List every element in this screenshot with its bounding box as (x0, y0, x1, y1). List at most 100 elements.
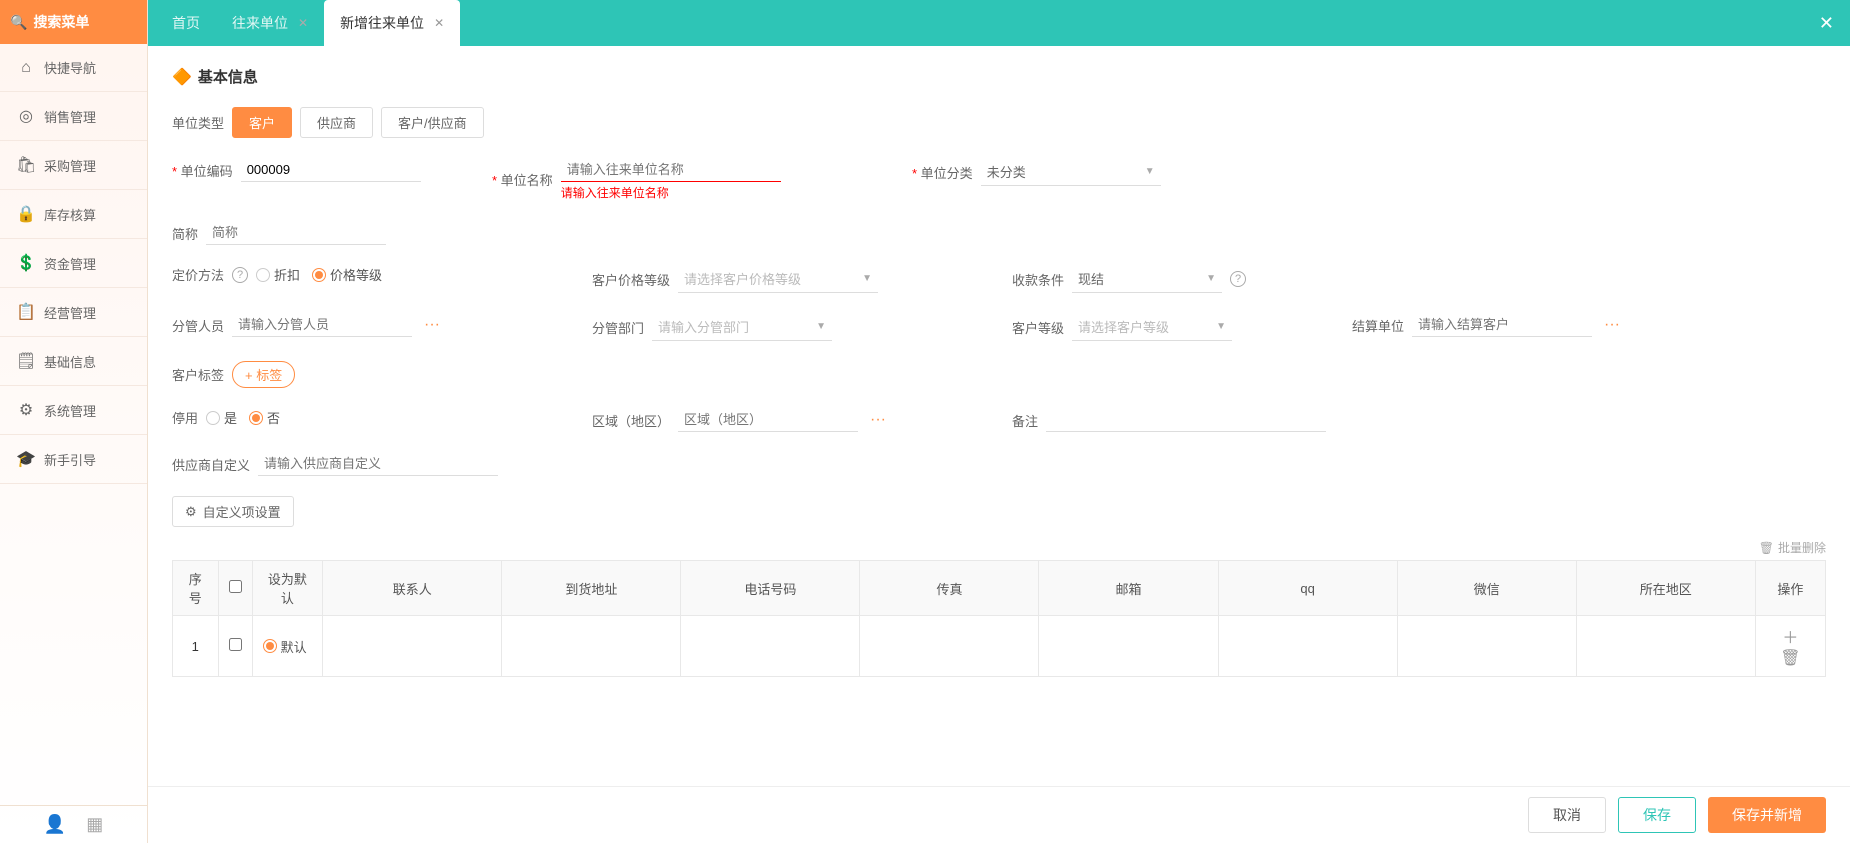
save-button[interactable]: 保存 (1618, 797, 1696, 833)
default-radio[interactable]: 默认 (263, 637, 313, 656)
col-wechat: 微信 (1397, 561, 1576, 616)
radio-discount[interactable]: 折扣 (256, 265, 300, 284)
wechat-input[interactable] (1408, 639, 1566, 654)
cancel-button[interactable]: 取消 (1528, 797, 1606, 833)
row-manager: 分管人员 ··· 分管部门 请输入分管部门 ▼ 客户等级 请选择客户等级 ▼ 结… (172, 313, 1826, 341)
customer-level-group: 客户等级 请选择客户等级 ▼ (1012, 313, 1292, 341)
payment-terms-select[interactable]: 现结 ▼ (1072, 265, 1222, 293)
unit-code-group: 单位编码 (172, 158, 452, 182)
finance-icon: 💲 (16, 253, 36, 273)
sidebar-item-sales[interactable]: ◎ 销售管理 (0, 92, 147, 141)
contact-table: 序号 设为默认 联系人 到货地址 电话号码 传真 邮箱 qq 微信 所在地区 操… (172, 560, 1826, 677)
customer-price-select[interactable]: 请选择客户价格等级 ▼ (678, 265, 878, 293)
add-tag-btn[interactable]: + 标签 (232, 361, 295, 388)
unit-category-label: 单位分类 (912, 163, 973, 182)
manager-label: 分管人员 (172, 316, 224, 335)
remark-input[interactable] (1046, 408, 1326, 432)
section-basic-info: 🔶 基本信息 (172, 66, 1826, 87)
batch-delete-btn[interactable]: 🗑 批量删除 (1759, 539, 1826, 556)
tab-new-partner[interactable]: 新增往来单位 ✕ (324, 0, 460, 46)
radio-no[interactable]: 否 (249, 408, 280, 427)
table-row: 1 默认 (173, 616, 1826, 677)
region-label: 区域（地区） (592, 411, 670, 430)
fax-input[interactable] (870, 639, 1028, 654)
select-all-checkbox[interactable] (229, 580, 242, 593)
delete-icon: 🗑 (1759, 541, 1774, 555)
user-icon[interactable]: 👤 (44, 814, 66, 835)
btn-both[interactable]: 客户/供应商 (381, 107, 484, 138)
region-input[interactable] (678, 408, 858, 432)
unit-category-value: 未分类 (987, 162, 1141, 181)
customer-level-placeholder: 请选择客户等级 (1078, 317, 1212, 336)
pricing-help-icon[interactable]: ? (232, 267, 248, 283)
manager-more-btn[interactable]: ··· (424, 316, 440, 334)
save-new-button[interactable]: 保存并新增 (1708, 797, 1826, 833)
row-disabled: 停用 是 否 区域（地区） ··· 备注 (172, 408, 1826, 432)
delete-row-btn[interactable]: 🗑 (1780, 650, 1800, 667)
col-contact: 联系人 (323, 561, 502, 616)
radio-discount-circle (256, 268, 270, 282)
contact-input[interactable] (333, 639, 491, 654)
chevron-down-icon4: ▼ (816, 321, 826, 332)
pricing-label: 定价方法 (172, 265, 224, 284)
unit-code-input[interactable] (241, 158, 421, 182)
disabled-radio-group: 是 否 (206, 408, 280, 427)
sidebar-item-basic-info[interactable]: 🗒 基础信息 (0, 337, 147, 386)
sidebar-item-quick-nav[interactable]: ⌂ 快捷导航 (0, 44, 147, 92)
unit-name-group: 单位名称 请输入往来单位名称 (492, 158, 872, 201)
tab-new-partner-close[interactable]: ✕ (434, 16, 444, 30)
department-select[interactable]: 请输入分管部门 ▼ (652, 313, 832, 341)
sidebar-item-system[interactable]: ⚙ 系统管理 (0, 386, 147, 435)
radio-yes[interactable]: 是 (206, 408, 237, 427)
btn-supplier[interactable]: 供应商 (300, 107, 373, 138)
inventory-icon: 🔒 (16, 204, 36, 224)
manager-input[interactable] (232, 313, 412, 337)
col-check (218, 561, 252, 616)
payment-terms-value: 现结 (1078, 269, 1202, 288)
remark-group: 备注 (1012, 408, 1392, 432)
cell-check (218, 616, 252, 677)
unit-name-wrap: 请输入往来单位名称 (561, 158, 781, 201)
unit-name-input[interactable] (561, 158, 781, 182)
address-input[interactable] (512, 639, 670, 654)
abbr-input[interactable] (206, 221, 386, 245)
tab-partner-close[interactable]: ✕ (298, 16, 308, 30)
settle-unit-more-btn[interactable]: ··· (1604, 316, 1620, 334)
payment-help-icon[interactable]: ? (1230, 271, 1246, 287)
btn-customer[interactable]: 客户 (232, 107, 292, 138)
settle-unit-input[interactable] (1412, 313, 1592, 337)
tab-home[interactable]: 首页 (156, 0, 216, 46)
email-input[interactable] (1049, 639, 1207, 654)
sidebar-item-operations[interactable]: 📋 经营管理 (0, 288, 147, 337)
search-icon: 🔍 (10, 14, 27, 31)
supplier-custom-input[interactable] (258, 452, 498, 476)
table-region-input[interactable] (1587, 639, 1745, 654)
cell-fax (860, 616, 1039, 677)
sales-icon: ◎ (16, 106, 36, 126)
unit-type-label: 单位类型 (172, 113, 224, 132)
cell-phone (681, 616, 860, 677)
search-menu[interactable]: 🔍 搜索菜单 (0, 0, 147, 44)
radio-price-level[interactable]: 价格等级 (312, 265, 382, 284)
sidebar-item-purchase[interactable]: 🛍 采购管理 (0, 141, 147, 190)
pricing-group: 定价方法 ? 折扣 价格等级 (172, 265, 552, 284)
customer-level-select[interactable]: 请选择客户等级 ▼ (1072, 313, 1232, 341)
tab-partner[interactable]: 往来单位 ✕ (216, 0, 324, 46)
cell-wechat (1397, 616, 1576, 677)
sidebar-item-finance[interactable]: 💲 资金管理 (0, 239, 147, 288)
row-checkbox[interactable] (229, 638, 242, 651)
main-close-btn[interactable]: ✕ (1819, 13, 1834, 34)
unit-category-select[interactable]: 未分类 ▼ (981, 158, 1161, 186)
bar-icon[interactable]: ▦ (86, 814, 103, 835)
radio-price-level-circle (312, 268, 326, 282)
gear-icon: ⚙ (185, 504, 197, 520)
qq-input[interactable] (1229, 639, 1387, 654)
phone-input[interactable] (691, 639, 849, 654)
region-more-btn[interactable]: ··· (870, 411, 886, 429)
add-row-btn[interactable]: ＋ (1782, 630, 1798, 647)
sidebar-item-inventory[interactable]: 🔒 库存核算 (0, 190, 147, 239)
sidebar-item-guide[interactable]: 🎓 新手引导 (0, 435, 147, 484)
custom-settings-btn[interactable]: ⚙ 自定义项设置 (172, 496, 294, 527)
col-fax: 传真 (860, 561, 1039, 616)
col-index: 序号 (173, 561, 219, 616)
